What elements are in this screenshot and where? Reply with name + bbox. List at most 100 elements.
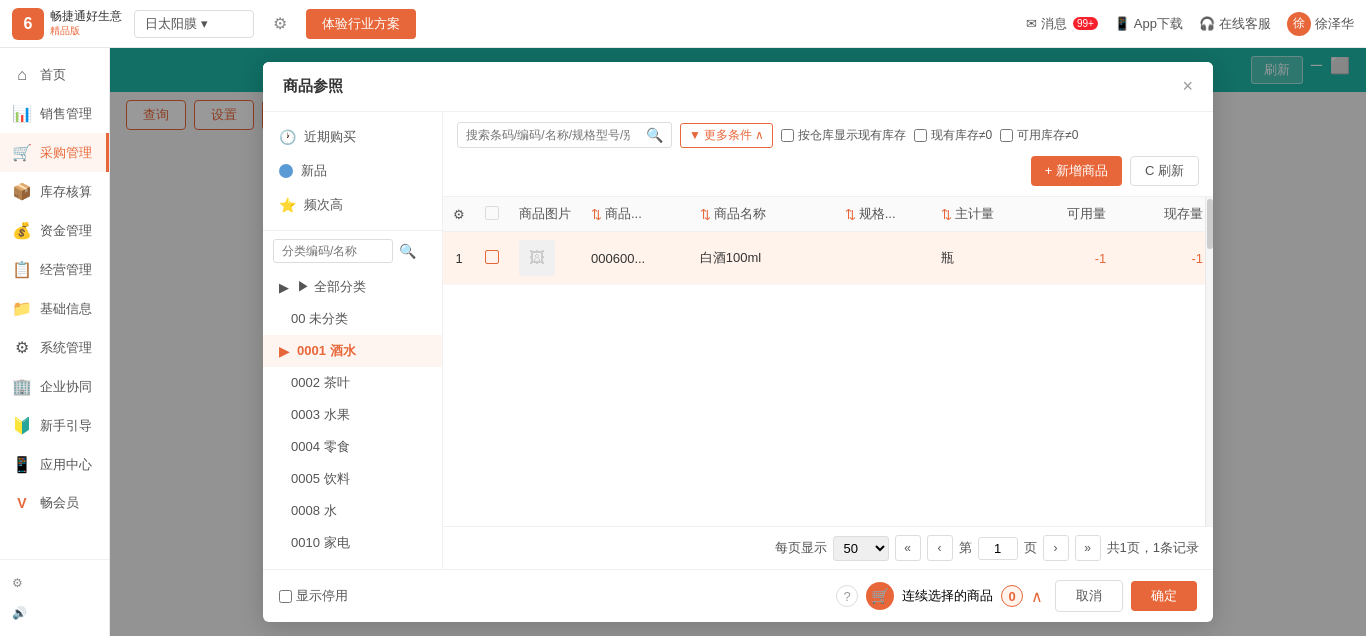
th-settings[interactable]: ⚙ [443,197,475,232]
modal-close-btn[interactable]: × [1182,76,1193,97]
modal-overlay: 商品参照 × 🕐 近期购买 新 [110,48,1366,636]
per-page-select[interactable]: 50 100 200 [833,536,889,561]
cat-item-0005[interactable]: 0005 饮料 [263,463,442,495]
phone-icon: 📱 [1114,16,1130,31]
home-icon: ⌂ [12,66,32,84]
sidebar-item-home[interactable]: ⌂ 首页 [0,56,109,94]
sidebar-item-system[interactable]: ⚙ 系统管理 [0,328,109,367]
cat-item-0008[interactable]: 0008 水 [263,495,442,527]
page-first-btn[interactable]: « [895,535,921,561]
online-service-item[interactable]: 🎧 在线客服 [1199,15,1271,33]
table-row[interactable]: 1 🖼 [443,232,1213,285]
sidebar-bottom: ⚙ 🔊 [0,559,109,636]
filter-icon: ▼ [689,128,701,142]
product-search-btn[interactable]: 🔍 [638,123,671,147]
row-unit: 瓶 [931,232,1019,285]
scrollbar-thumb [1207,199,1213,249]
app-center-icon: 📱 [12,455,32,474]
row-image: 🖼 [509,232,581,285]
settings-icon[interactable]: ⚙ [266,10,294,38]
check-nonzero[interactable]: 现有库存≠0 [914,127,992,144]
top-nav: 6 畅捷通好生意 精品版 日太阳膜 ▾ ⚙ 体验行业方案 ✉ 消息 99+ 📱 … [0,0,1366,48]
sidebar-item-basic-info[interactable]: 📁 基础信息 [0,289,109,328]
row-num: 1 [443,232,475,285]
row-name: 白酒100ml [690,232,835,285]
th-checkbox[interactable] [475,197,509,232]
product-table: ⚙ 商品图片 [443,197,1213,285]
enterprise-icon: 🏢 [12,377,32,396]
th-name[interactable]: ⇅ 商品名称 [690,197,835,232]
more-filter-btn[interactable]: ▼ 更多条件 ∧ [680,123,773,148]
sidebar-item-member[interactable]: V 畅会员 [0,484,109,522]
category-search-icon[interactable]: 🔍 [399,243,416,259]
th-unit[interactable]: ⇅ 主计量 [931,197,1019,232]
user-item[interactable]: 徐 徐泽华 [1287,12,1354,36]
footer-center: ? 🛒 连续选择的商品 0 ∧ [836,582,1043,610]
left-nav-frequent[interactable]: ⭐ 频次高 [263,188,442,222]
page-next-btn[interactable]: › [1043,535,1069,561]
cat-item-0010[interactable]: 0010 家电 [263,527,442,559]
gear-icon: ⚙ [12,576,23,590]
category-list: ▶ ▶ 全部分类 00 未分类 ▶ 0001 酒水 0002 [263,271,442,569]
refresh-product-btn[interactable]: C 刷新 [1130,156,1199,186]
new-icon [279,164,293,178]
experience-btn[interactable]: 体验行业方案 [306,9,416,39]
sidebar-item-sales[interactable]: 📊 销售管理 [0,94,109,133]
th-code[interactable]: ⇅ 商品... [581,197,690,232]
org-dropdown[interactable]: 日太阳膜 ▾ [134,10,254,38]
cat-item-0002[interactable]: 0002 茶叶 [263,367,442,399]
cat-item-0004[interactable]: 0004 零食 [263,431,442,463]
check-available-nonzero[interactable]: 可用库存≠0 [1000,127,1078,144]
help-icon[interactable]: ? [836,585,858,607]
row-checkbox[interactable] [475,232,509,285]
sidebar-item-app-center[interactable]: 📱 应用中心 [0,445,109,484]
left-nav-new[interactable]: 新品 [263,154,442,188]
check-warehouse-input[interactable] [781,129,794,142]
modal-dialog: 商品参照 × 🕐 近期购买 新 [263,62,1213,622]
sidebar-item-operations[interactable]: 📋 经营管理 [0,250,109,289]
cart-btn[interactable]: 🛒 [866,582,894,610]
product-image: 🖼 [519,240,555,276]
modal-body: 🕐 近期购买 新品 ⭐ 频次高 [263,112,1213,569]
page-last-btn[interactable]: » [1075,535,1101,561]
vertical-scrollbar[interactable] [1205,197,1213,526]
page-prev-btn[interactable]: ‹ [927,535,953,561]
confirm-btn[interactable]: 确定 [1131,581,1197,611]
sidebar-item-finance[interactable]: 💰 资金管理 [0,211,109,250]
product-search-input[interactable] [458,124,638,146]
left-nav-recent[interactable]: 🕐 近期购买 [263,120,442,154]
messages-nav-item[interactable]: ✉ 消息 99+ [1026,15,1098,33]
check-nonzero-input[interactable] [914,129,927,142]
add-product-btn[interactable]: + 新增商品 [1031,156,1122,186]
right-panel: 🔍 ▼ 更多条件 ∧ 按仓库显示现有库存 [443,112,1213,569]
sidebar-item-enterprise[interactable]: 🏢 企业协同 [0,367,109,406]
sort-unit-icon: ⇅ [941,207,952,222]
cancel-btn[interactable]: 取消 [1055,580,1123,612]
product-search-box: 🔍 [457,122,672,148]
sidebar-item-guide[interactable]: 🔰 新手引导 [0,406,109,445]
sidebar-item-purchase[interactable]: 🛒 采购管理 [0,133,109,172]
chevron-down-icon: ▾ [201,16,208,31]
cat-item-0001[interactable]: ▶ 0001 酒水 [263,335,442,367]
cart-expand-btn[interactable]: ∧ [1031,587,1043,606]
check-warehouse[interactable]: 按仓库显示现有库存 [781,127,906,144]
select-all-checkbox[interactable] [485,206,499,220]
row-spec [835,232,932,285]
app-download-item[interactable]: 📱 App下载 [1114,15,1183,33]
sidebar-sound[interactable]: 🔊 [0,598,109,628]
th-spec[interactable]: ⇅ 规格... [835,197,932,232]
cat-item-0003[interactable]: 0003 水果 [263,399,442,431]
modal-footer: 显示停用 ? 🛒 连续选择的商品 0 ∧ 取消 确定 [263,569,1213,622]
recent-icon: 🕐 [279,129,296,145]
show-disabled-input[interactable] [279,590,292,603]
page-number-input[interactable] [978,537,1018,560]
cat-item-00[interactable]: 00 未分类 [263,303,442,335]
check-available-nonzero-input[interactable] [1000,129,1013,142]
show-disabled-check[interactable]: 显示停用 [279,587,348,605]
category-search-input[interactable] [273,239,393,263]
sidebar-settings[interactable]: ⚙ [0,568,109,598]
image-icon: 🖼 [529,249,545,267]
sidebar-item-inventory[interactable]: 📦 库存核算 [0,172,109,211]
purchase-icon: 🛒 [12,143,32,162]
cat-item-all[interactable]: ▶ ▶ 全部分类 [263,271,442,303]
